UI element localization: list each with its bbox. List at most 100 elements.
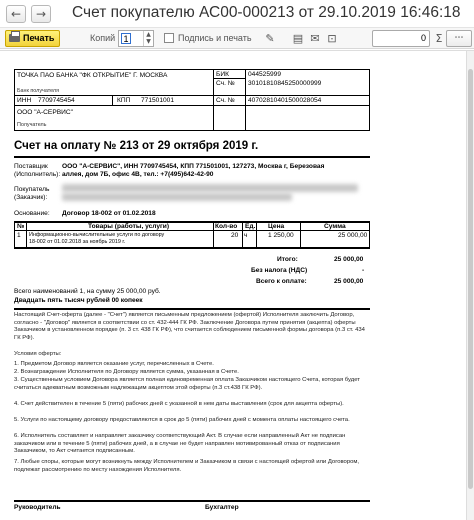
divider — [14, 221, 370, 223]
copies-stepper[interactable]: 1 ▲ ▼ — [118, 30, 154, 47]
condition-item: 1. Предметом Договор является оказание у… — [14, 361, 214, 367]
divider — [369, 69, 370, 130]
vat-value: - — [362, 267, 365, 274]
supplier-label-2: (Исполнитель): — [14, 171, 61, 178]
corr-account-label: Сч. № — [216, 80, 235, 87]
divider — [14, 69, 15, 130]
terms-intro: Настоящий Счет-оферта (далее - "Счет") я… — [14, 312, 365, 341]
more-dots-icon: ⋯ — [454, 33, 464, 43]
divider — [300, 221, 301, 248]
divider — [242, 221, 243, 248]
scrollbar-thumb[interactable] — [468, 69, 473, 489]
copies-value[interactable]: 1 — [121, 33, 131, 44]
buyer-label: Покупатель — [14, 186, 50, 193]
recipient-name: ООО "А-СЕРВИС" — [17, 109, 73, 116]
row-price: 1 250,00 — [268, 232, 294, 239]
amount-in-words: Двадцать пять тысяч рублей 00 копеек — [14, 297, 143, 304]
condition-item: 6. Исполнитель составляет и направляет з… — [14, 433, 346, 455]
window-title: Счет покупателю АС00-000213 от 29.10.201… — [72, 4, 461, 21]
back-arrow-icon[interactable]: ← — [6, 5, 26, 23]
inn-value: 7709745454 — [38, 97, 75, 104]
sum-field[interactable]: 0 — [372, 30, 430, 47]
accountant-signature-label: Бухгалтер — [205, 504, 239, 511]
divider — [14, 95, 370, 96]
condition-item: 2. Вознаграждение Исполнителя по Договор… — [14, 369, 239, 375]
mail-icon[interactable]: ✉ — [307, 31, 323, 46]
divider — [14, 156, 370, 158]
save-icon[interactable]: ▤ — [290, 31, 306, 46]
basis-value: Договор 18-002 от 01.02.2018 — [62, 210, 156, 217]
printer-icon — [9, 31, 20, 42]
sigma-icon[interactable]: Σ — [431, 31, 447, 46]
table-header: № — [17, 223, 25, 230]
kpp-value: 771501001 — [141, 97, 175, 104]
divider — [14, 105, 370, 106]
copies-label: Копий — [90, 33, 116, 43]
conditions-label: Условия оферты: — [14, 351, 62, 357]
head-signature-label: Руководитель — [14, 504, 61, 511]
divider — [14, 500, 370, 502]
items-count-line: Всего наименований 1, на сумму 25 000,00… — [14, 288, 161, 295]
condition-item: 5. Услуги по настоящему договору предост… — [14, 417, 350, 423]
bik-label: БИК — [216, 71, 229, 78]
vat-label: Без налога (НДС) — [251, 267, 308, 274]
total-value: 25 000,00 — [334, 256, 364, 263]
row-qty: 20 — [231, 232, 239, 239]
account-value: 40702810401500028054 — [248, 97, 322, 104]
table-header: Цена — [268, 223, 285, 230]
table-header: Ед. — [245, 223, 256, 230]
condition-item: 3. Существенным условием Договора являет… — [14, 377, 360, 391]
row-number: 1 — [17, 232, 21, 239]
window-titlebar: ← → Счет покупателю АС00-000213 от 29.10… — [0, 0, 474, 28]
row-item-name: Информационно-вычислительные услуги по д… — [29, 232, 165, 238]
sign-and-stamp-checkbox[interactable] — [164, 33, 174, 43]
table-header: Товары (работы, услуги) — [88, 223, 170, 230]
edit-doc-icon[interactable]: ✎ — [262, 31, 278, 46]
divider — [26, 221, 27, 248]
redacted-buyer — [62, 184, 358, 192]
document-area[interactable]: ТОЧКА ПАО БАНКА "ФК ОТКРЫТИЕ" Г. МОСКВА … — [0, 50, 474, 520]
more-button[interactable]: ⋯ — [446, 30, 472, 47]
row-sum: 25 000,00 — [338, 232, 368, 239]
condition-item: 7. Любые споры, которые могут возникнуть… — [14, 459, 360, 473]
invoice-heading: Счет на оплату № 213 от 29 октября 2019 … — [14, 140, 259, 152]
divider — [245, 69, 246, 130]
divider — [369, 221, 370, 248]
divider — [14, 247, 370, 249]
supplier-value: ООО "А-СЕРВИС", ИНН 7709745454, КПП 7715… — [62, 163, 325, 170]
redacted-buyer — [62, 193, 292, 201]
account-label: Сч. № — [216, 97, 235, 104]
divider — [112, 95, 113, 105]
sign-and-stamp-label: Подпись и печать — [178, 33, 252, 43]
print-label: Печать — [23, 33, 55, 43]
total-label: Итого: — [277, 256, 298, 263]
row-unit: ч — [244, 232, 248, 239]
pay-value: 25 000,00 — [334, 278, 364, 285]
buyer-label-2: (Заказчик): — [14, 194, 48, 201]
vertical-scrollbar[interactable] — [466, 51, 474, 520]
pay-label: Всего к оплате: — [256, 278, 307, 285]
bik-value: 044525999 — [248, 71, 282, 78]
toolbar: Печать Копий 1 ▲ ▼ Подпись и печать ✎ ▤ ✉… — [0, 27, 474, 49]
table-header: Кол-во — [215, 223, 238, 230]
bank-caption: Банк получателя — [17, 88, 59, 94]
divider — [14, 69, 370, 70]
print-button[interactable]: Печать — [5, 30, 60, 47]
kpp-label: КПП — [117, 97, 131, 104]
supplier-label: Поставщик — [14, 163, 48, 170]
divider — [14, 230, 370, 231]
recipient-caption: Получатель — [17, 122, 47, 128]
row-item-name-2: 18-002 от 01.02.2018 за ноябрь 2019 г. — [29, 239, 126, 245]
condition-item: 4. Счет действителен в течение 5 (пяти) … — [14, 401, 344, 407]
divider — [14, 308, 370, 310]
spin-arrows-icon[interactable]: ▲ ▼ — [143, 31, 153, 46]
divider — [14, 221, 15, 248]
supplier-value-2: аллея, дом 7Б, офис 4В, тел.: +7(495)642… — [62, 171, 214, 178]
inn-label: ИНН — [17, 97, 32, 104]
divider — [0, 50, 474, 51]
corr-account-value: 30101810845250000999 — [248, 80, 322, 87]
zoom-icon[interactable]: ⊡ — [324, 31, 340, 46]
divider — [256, 221, 257, 248]
bank-name: ТОЧКА ПАО БАНКА "ФК ОТКРЫТИЕ" Г. МОСКВА — [17, 72, 168, 79]
forward-arrow-icon[interactable]: → — [31, 5, 51, 23]
